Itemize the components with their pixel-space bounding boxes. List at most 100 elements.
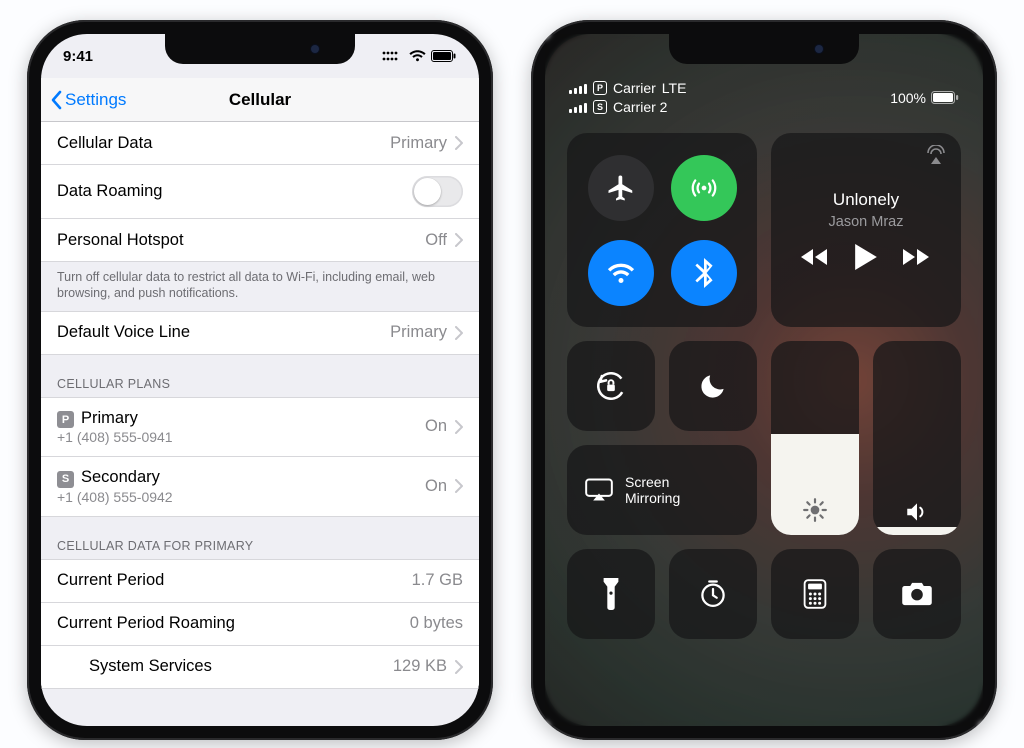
bluetooth-icon	[691, 258, 717, 288]
back-button[interactable]: Settings	[41, 90, 126, 110]
timer-button[interactable]	[669, 549, 757, 639]
chevron-right-icon	[455, 326, 463, 340]
play-button[interactable]	[855, 244, 877, 270]
nav-bar: Settings Cellular	[41, 78, 479, 122]
carrier-net: LTE	[662, 80, 687, 96]
plan-name: Secondary	[81, 468, 160, 486]
row-cellular-data[interactable]: Cellular Data Primary	[41, 121, 479, 165]
music-title: Unlonely	[833, 190, 899, 210]
music-artist: Jason Mraz	[829, 214, 904, 230]
rotation-lock-icon	[594, 369, 628, 403]
row-value: 129 KB	[393, 657, 447, 676]
row-value: Primary	[390, 323, 447, 342]
phone-frame-settings: 9:41 Settings Cellular	[27, 20, 493, 740]
wifi-icon	[606, 258, 636, 288]
chevron-left-icon	[49, 90, 63, 110]
screen-mirroring-label: Screen Mirroring	[625, 474, 680, 506]
battery-icon	[931, 91, 959, 104]
do-not-disturb-toggle[interactable]	[669, 341, 757, 431]
row-value: On	[425, 417, 447, 436]
row-data-roaming[interactable]: Data Roaming	[41, 164, 479, 219]
settings-list[interactable]: Cellular Data Primary Data Roaming Perso…	[41, 121, 479, 689]
signal-bars-icon	[569, 83, 587, 94]
flashlight-button[interactable]	[567, 549, 655, 639]
carrier-badge-p: P	[593, 81, 607, 95]
group-header: CELLULAR DATA FOR PRIMARY	[41, 517, 479, 560]
moon-icon	[698, 371, 728, 401]
screen-mirroring-button[interactable]: Screen Mirroring	[567, 445, 757, 535]
group-usage: CELLULAR DATA FOR PRIMARY Current Period…	[41, 517, 479, 689]
row-label: Cellular Data	[57, 134, 152, 153]
calculator-button[interactable]	[771, 549, 859, 639]
row-plan-primary[interactable]: P Primary +1 (408) 555-0941 On	[41, 397, 479, 458]
notch	[669, 34, 859, 64]
row-system-services[interactable]: System Services 129 KB	[41, 645, 479, 689]
row-value: 1.7 GB	[412, 571, 463, 590]
carrier-name: Carrier 2	[613, 99, 667, 115]
connectivity-tile[interactable]	[567, 133, 757, 327]
battery-text: 100%	[890, 90, 926, 106]
group-voice-line: Default Voice Line Primary	[41, 311, 479, 355]
plan-number: +1 (408) 555-0942	[57, 489, 173, 505]
control-center-screen: P Carrier LTE S Carrier 2 100%	[545, 34, 983, 726]
group-cellular-plans: CELLULAR PLANS P Primary +1 (408) 555-094…	[41, 355, 479, 517]
cellular-data-toggle[interactable]	[671, 155, 737, 221]
volume-slider[interactable]	[873, 341, 961, 535]
dual-signal-icon	[382, 50, 404, 62]
battery-status: 100%	[890, 80, 959, 115]
cc-grid: Unlonely Jason Mraz Screen Mirroring	[545, 127, 983, 661]
prev-track-button[interactable]	[801, 247, 829, 267]
brightness-slider[interactable]	[771, 341, 859, 535]
timer-icon	[698, 579, 728, 609]
calculator-icon	[803, 579, 827, 609]
settings-screen: 9:41 Settings Cellular	[41, 34, 479, 726]
plan-badge-s: S	[57, 471, 74, 488]
row-label: Personal Hotspot	[57, 231, 184, 250]
carrier-line-2: S Carrier 2	[569, 99, 686, 115]
airplane-icon	[606, 173, 636, 203]
group-footer: Turn off cellular data to restrict all d…	[41, 262, 479, 312]
status-time: 9:41	[63, 48, 93, 65]
row-label: Current Period	[57, 571, 164, 590]
row-label: Default Voice Line	[57, 323, 190, 342]
phone-frame-control-center: P Carrier LTE S Carrier 2 100%	[531, 20, 997, 740]
volume-icon	[873, 501, 961, 523]
brightness-icon	[771, 497, 859, 523]
row-current-period-roaming[interactable]: Current Period Roaming 0 bytes	[41, 602, 479, 646]
switch-off[interactable]	[412, 176, 463, 207]
battery-icon	[431, 50, 457, 62]
orientation-lock-toggle[interactable]	[567, 341, 655, 431]
row-value: 0 bytes	[410, 614, 463, 633]
chevron-right-icon	[455, 420, 463, 434]
carrier-name: Carrier	[613, 80, 656, 96]
group-header: CELLULAR PLANS	[41, 355, 479, 398]
group-cellular: Cellular Data Primary Data Roaming Perso…	[41, 121, 479, 312]
chevron-right-icon	[455, 233, 463, 247]
airplane-mode-toggle[interactable]	[588, 155, 654, 221]
plan-number: +1 (408) 555-0941	[57, 429, 173, 445]
signal-bars-icon	[569, 102, 587, 113]
carrier-line-1: P Carrier LTE	[569, 80, 686, 96]
bluetooth-toggle[interactable]	[671, 240, 737, 306]
row-default-voice-line[interactable]: Default Voice Line Primary	[41, 311, 479, 355]
plan-badge-p: P	[57, 411, 74, 428]
wifi-toggle[interactable]	[588, 240, 654, 306]
flashlight-icon	[601, 578, 621, 610]
row-label: System Services	[89, 657, 212, 676]
music-tile[interactable]: Unlonely Jason Mraz	[771, 133, 961, 327]
back-label: Settings	[65, 90, 126, 110]
plan-name: Primary	[81, 409, 138, 427]
row-value: Primary	[390, 134, 447, 153]
chevron-right-icon	[455, 136, 463, 150]
row-plan-secondary[interactable]: S Secondary +1 (408) 555-0942 On	[41, 456, 479, 517]
row-current-period[interactable]: Current Period 1.7 GB	[41, 559, 479, 603]
camera-button[interactable]	[873, 549, 961, 639]
row-value: Off	[425, 231, 447, 250]
next-track-button[interactable]	[903, 247, 931, 267]
antenna-icon	[689, 173, 719, 203]
airplay-icon[interactable]	[925, 145, 947, 165]
row-label: Data Roaming	[57, 182, 162, 201]
row-value: On	[425, 477, 447, 496]
row-personal-hotspot[interactable]: Personal Hotspot Off	[41, 218, 479, 262]
chevron-right-icon	[455, 660, 463, 674]
